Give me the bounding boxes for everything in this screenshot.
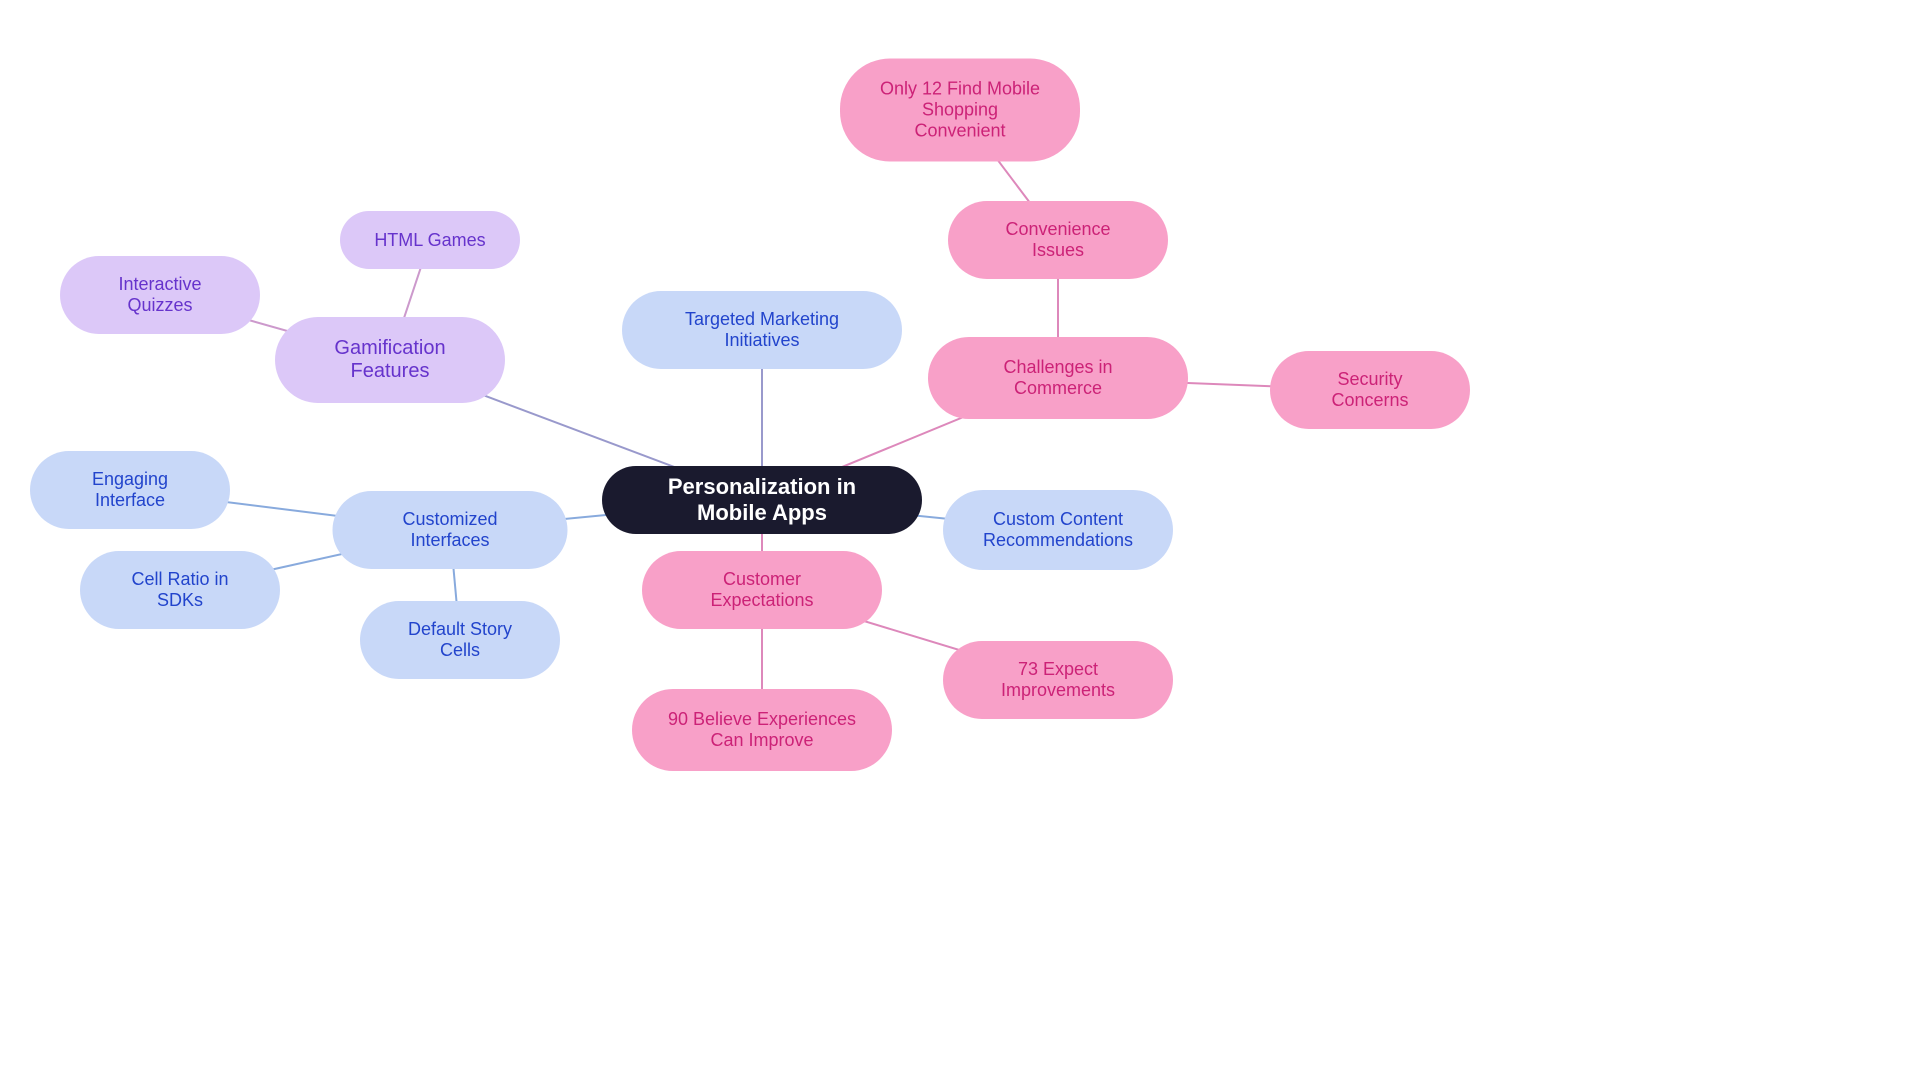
node-interactive-quizzes: Interactive Quizzes bbox=[60, 256, 260, 334]
node-undefined: Personalization in Mobile Apps bbox=[602, 466, 922, 534]
node-90-believe: 90 Believe Experiences Can Improve bbox=[632, 689, 892, 771]
node-security-concerns: Security Concerns bbox=[1270, 351, 1470, 429]
node-convenience-issues: Convenience Issues bbox=[948, 201, 1168, 279]
node-custom-content: Custom Content Recommendations bbox=[943, 490, 1173, 570]
mindmap-container: Personalization in Mobile Apps Targeted M… bbox=[0, 0, 1920, 1083]
node-challenges-commerce: Challenges in Commerce bbox=[928, 337, 1188, 419]
node-customer-expectations: Customer Expectations bbox=[642, 551, 882, 629]
node-73-expect: 73 Expect Improvements bbox=[943, 641, 1173, 719]
node-default-story: Default Story Cells bbox=[360, 601, 560, 679]
node-targeted-marketing: Targeted Marketing Initiatives bbox=[622, 291, 902, 369]
node-cell-ratio: Cell Ratio in SDKs bbox=[80, 551, 280, 629]
node-html-games: HTML Games bbox=[340, 211, 520, 269]
node-only-12: Only 12 Find Mobile Shopping Convenient bbox=[840, 59, 1080, 162]
node-customized-interfaces: Customized Interfaces bbox=[333, 491, 568, 569]
node-engaging-interface: Engaging Interface bbox=[30, 451, 230, 529]
node-gamification: Gamification Features bbox=[275, 317, 505, 403]
